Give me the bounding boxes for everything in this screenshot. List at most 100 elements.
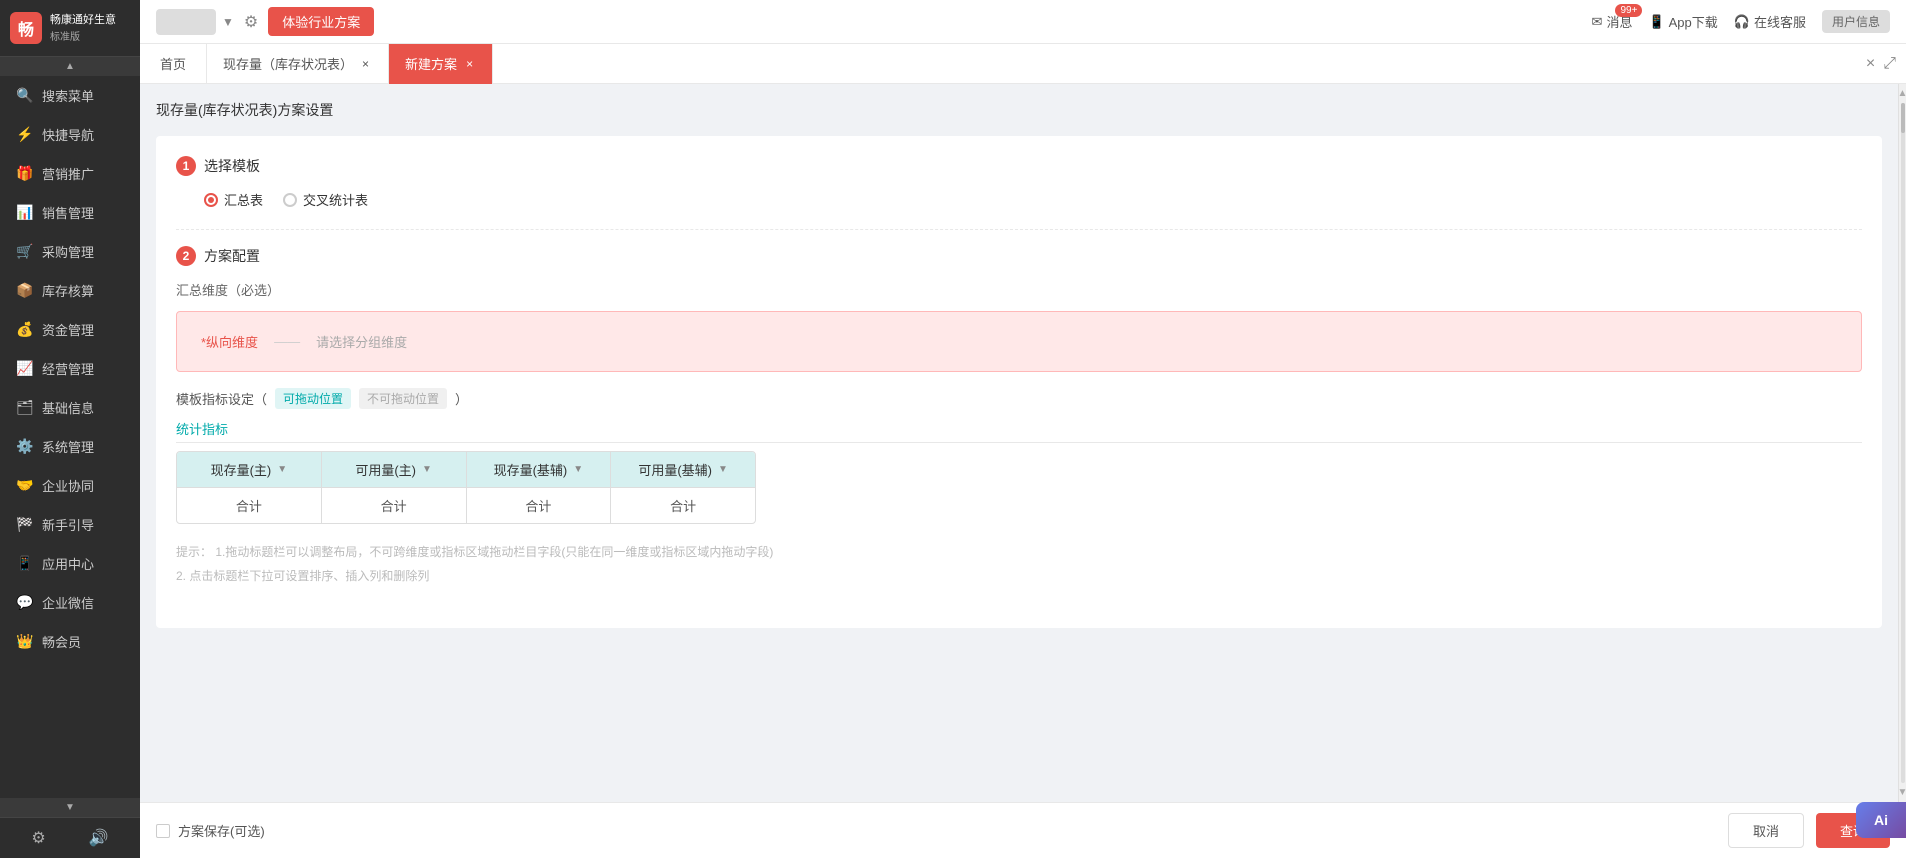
sidebar-item-marketing-label: 营销推广 [42, 164, 94, 183]
sidebar-item-sales[interactable]: 📊 销售管理 [0, 193, 140, 232]
stats-col-2-label: 现存量(基辅) [494, 460, 568, 479]
scroll-down-arrow[interactable]: ▼ [1898, 787, 1906, 798]
radio-cross[interactable]: 交叉统计表 [283, 190, 368, 209]
tab-new-plan[interactable]: 新建方案 × [389, 44, 493, 84]
stats-col-2[interactable]: 现存量(基辅) ▼ [467, 452, 612, 487]
stats-label: 统计指标 [176, 419, 1862, 443]
radio-cross-circle [283, 193, 297, 207]
stats-col-3[interactable]: 可用量(基辅) ▼ [611, 452, 755, 487]
indicator-tag-fixed: 不可拖动位置 [359, 388, 447, 409]
content-area: 现存量(库存状况表)方案设置 1 选择模板 汇总表 [140, 84, 1898, 802]
header-gear-icon[interactable]: ⚙ [244, 12, 258, 32]
sidebar-settings-icon[interactable]: ⚙ [31, 828, 45, 848]
header-right: ✉ 消息 99+ 📱 App下载 🎧 在线客服 用户信息 [1592, 10, 1890, 33]
ai-button[interactable]: Ai [1856, 802, 1906, 838]
sidebar-item-quicknav-label: 快捷导航 [42, 125, 94, 144]
tab-inventory-status-label: 现存量（库存状况表） [223, 54, 353, 73]
stats-col-3-dropdown[interactable]: ▼ [718, 464, 728, 475]
dim-separator: —— [274, 334, 300, 349]
template-options: 汇总表 交叉统计表 [176, 190, 1862, 209]
weixin-icon: 💬 [16, 594, 34, 612]
sidebar-item-inventory[interactable]: 📦 库存核算 [0, 271, 140, 310]
stats-col-1[interactable]: 可用量(主) ▼ [322, 452, 467, 487]
sidebar-item-purchase[interactable]: 🛒 采购管理 [0, 232, 140, 271]
sidebar-item-finance[interactable]: 💰 资金管理 [0, 310, 140, 349]
app-download-icon: 📱 [1648, 14, 1664, 30]
sidebar-scroll-up[interactable]: ▲ [0, 57, 140, 76]
sidebar-scroll-down[interactable]: ▼ [0, 798, 140, 817]
settings-card: 1 选择模板 汇总表 交叉统计表 [156, 136, 1882, 628]
sidebar-item-member[interactable]: 👑 畅会员 [0, 622, 140, 661]
sidebar-item-apps[interactable]: 📱 应用中心 [0, 544, 140, 583]
tab-expand-icon[interactable]: ⤢ [1883, 55, 1896, 73]
scroll-track [1901, 103, 1905, 783]
header-message[interactable]: ✉ 消息 99+ [1592, 12, 1633, 31]
app-logo-icon: 畅 [10, 12, 42, 44]
required-label: 汇总维度（必选） [176, 280, 1862, 299]
sidebar-item-cooperation[interactable]: 🤝 企业协同 [0, 466, 140, 505]
main-area: ▼ ⚙ 体验行业方案 ✉ 消息 99+ 📱 App下载 🎧 在线客服 用户信息 … [140, 0, 1906, 858]
stats-col-1-dropdown[interactable]: ▼ [422, 464, 432, 475]
radio-summary[interactable]: 汇总表 [204, 190, 263, 209]
stats-cell-0: 合计 [177, 488, 322, 523]
sidebar-item-purchase-label: 采购管理 [42, 242, 94, 261]
sidebar-logo: 畅 畅康通好生意 标准版 [0, 0, 140, 57]
sidebar-sound-icon[interactable]: 🔊 [89, 828, 109, 848]
sidebar-item-quicknav[interactable]: ⚡ 快捷导航 [0, 115, 140, 154]
header-online-service[interactable]: 🎧 在线客服 [1734, 12, 1806, 31]
tab-corner: × ⤢ [1866, 55, 1906, 73]
trial-industry-button[interactable]: 体验行业方案 [268, 7, 374, 36]
hint-section: 提示： 1.拖动标题栏可以调整布局，不可跨维度或指标区域拖动栏目字段(只能在同一… [176, 540, 1862, 588]
stats-col-1-label: 可用量(主) [355, 460, 416, 479]
operation-icon: 📈 [16, 360, 34, 378]
sidebar-item-apps-label: 应用中心 [42, 554, 94, 573]
header-user-avatar [156, 9, 216, 35]
cancel-button[interactable]: 取消 [1728, 813, 1804, 848]
app-download-label: App下载 [1669, 12, 1718, 31]
stats-col-2-dropdown[interactable]: ▼ [573, 464, 583, 475]
sidebar-item-marketing[interactable]: 🎁 营销推广 [0, 154, 140, 193]
sidebar-item-inventory-label: 库存核算 [42, 281, 94, 300]
message-badge: 99+ [1615, 4, 1642, 17]
marketing-icon: 🎁 [16, 165, 34, 183]
sidebar-item-system[interactable]: ⚙️ 系统管理 [0, 427, 140, 466]
save-label: 方案保存(可选) [178, 821, 265, 840]
header-dropdown-icon[interactable]: ▼ [222, 15, 234, 29]
purchase-icon: 🛒 [16, 243, 34, 261]
basic-icon: 🗂 [16, 399, 34, 417]
sidebar-item-newguide[interactable]: 🏁 新手引导 [0, 505, 140, 544]
section-divider-1 [176, 229, 1862, 230]
cooperation-icon: 🤝 [16, 477, 34, 495]
right-scroll-bar: ▲ ▼ [1898, 84, 1906, 802]
dimension-area[interactable]: *纵向维度 —— 请选择分组维度 [176, 311, 1862, 372]
tab-new-plan-close[interactable]: × [463, 56, 476, 72]
sidebar-item-sales-label: 销售管理 [42, 203, 94, 222]
stats-col-0-dropdown[interactable]: ▼ [277, 464, 287, 475]
stats-col-3-label: 可用量(基辅) [638, 460, 712, 479]
tab-close-all-icon[interactable]: × [1866, 55, 1875, 73]
scroll-up-arrow[interactable]: ▲ [1898, 88, 1906, 99]
header-user-section: ▼ [156, 9, 234, 35]
top-header: ▼ ⚙ 体验行业方案 ✉ 消息 99+ 📱 App下载 🎧 在线客服 用户信息 [140, 0, 1906, 44]
save-checkbox[interactable] [156, 824, 170, 838]
member-icon: 👑 [16, 633, 34, 651]
stats-col-0[interactable]: 现存量(主) ▼ [177, 452, 322, 487]
stats-cell-1: 合计 [322, 488, 467, 523]
sidebar-nav: 🔍 搜索菜单 ⚡ 快捷导航 🎁 营销推广 📊 销售管理 🛒 采购管理 📦 库存核… [0, 76, 140, 798]
sidebar-item-search[interactable]: 🔍 搜索菜单 [0, 76, 140, 115]
system-icon: ⚙️ [16, 438, 34, 456]
scroll-thumb [1901, 103, 1905, 133]
indicator-label-text: 模板指标设定（ [176, 389, 267, 408]
tab-inventory-status-close[interactable]: × [359, 56, 372, 72]
stats-table: 现存量(主) ▼ 可用量(主) ▼ 现存量(基辅) ▼ [176, 451, 756, 524]
sidebar-item-basic[interactable]: 🗂 基础信息 [0, 388, 140, 427]
header-user-info[interactable]: 用户信息 [1822, 10, 1890, 33]
sidebar-item-operation[interactable]: 📈 经营管理 [0, 349, 140, 388]
tab-home[interactable]: 首页 [140, 44, 207, 84]
sidebar-item-weixin[interactable]: 💬 企业微信 [0, 583, 140, 622]
tab-inventory-status[interactable]: 现存量（库存状况表） × [207, 44, 389, 84]
bottom-area: 方案保存(可选) 取消 查询 [140, 802, 1906, 858]
header-app-download[interactable]: 📱 App下载 [1648, 12, 1717, 31]
service-icon: 🎧 [1734, 14, 1750, 30]
stats-table-row: 合计 合计 合计 合计 [177, 487, 755, 523]
